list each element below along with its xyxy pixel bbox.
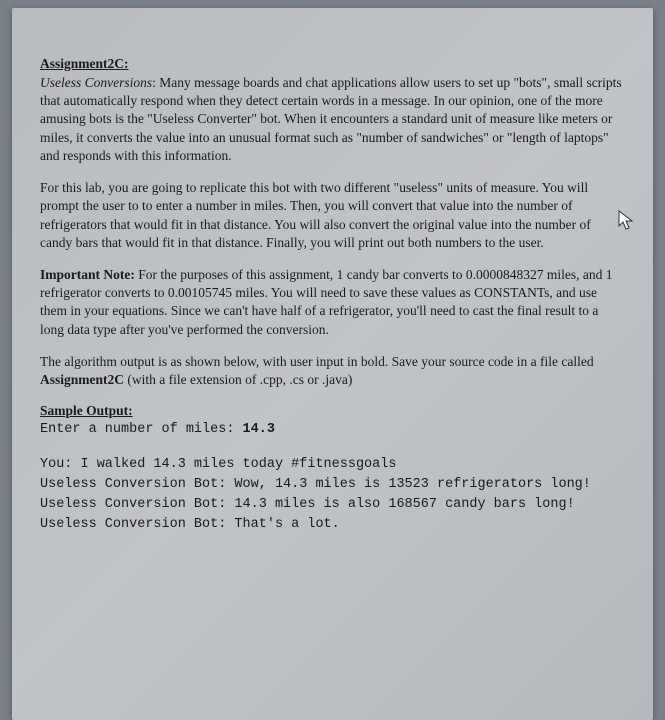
algo-post: (with a file extension of .cpp, .cs or .…: [124, 372, 352, 387]
sample-prompt-label: Enter a number of miles:: [40, 422, 243, 437]
sample-line-bot2: Useless Conversion Bot: 14.3 miles is al…: [40, 496, 625, 514]
intro-lead-italic: Useless Conversions: [40, 75, 152, 90]
important-note-label: Important Note:: [40, 267, 135, 282]
sample-output-label: Sample Output:: [40, 403, 625, 419]
sample-user-input: 14.3: [243, 422, 275, 437]
sample-line-bot3: Useless Conversion Bot: That's a lot.: [40, 516, 625, 534]
sample-line-bot1: Useless Conversion Bot: Wow, 14.3 miles …: [40, 476, 625, 494]
algo-pre: The algorithm output is as shown below, …: [40, 354, 594, 369]
assignment-title: Assignment2C:: [40, 56, 625, 72]
sample-line-you: You: I walked 14.3 miles today #fitnessg…: [40, 456, 625, 474]
paragraph-algorithm-output: The algorithm output is as shown below, …: [40, 353, 625, 389]
paragraph-important-note: Important Note: For the purposes of this…: [40, 266, 625, 339]
paragraph-lab-desc: For this lab, you are going to replicate…: [40, 179, 625, 252]
blank-line: [40, 440, 625, 454]
document-page: Assignment2C: Useless Conversions: Many …: [12, 8, 653, 720]
paragraph-intro: Useless Conversions: Many message boards…: [40, 74, 625, 165]
algo-filename: Assignment2C: [40, 372, 124, 387]
sample-output-block: Enter a number of miles: 14.3: [40, 421, 625, 439]
